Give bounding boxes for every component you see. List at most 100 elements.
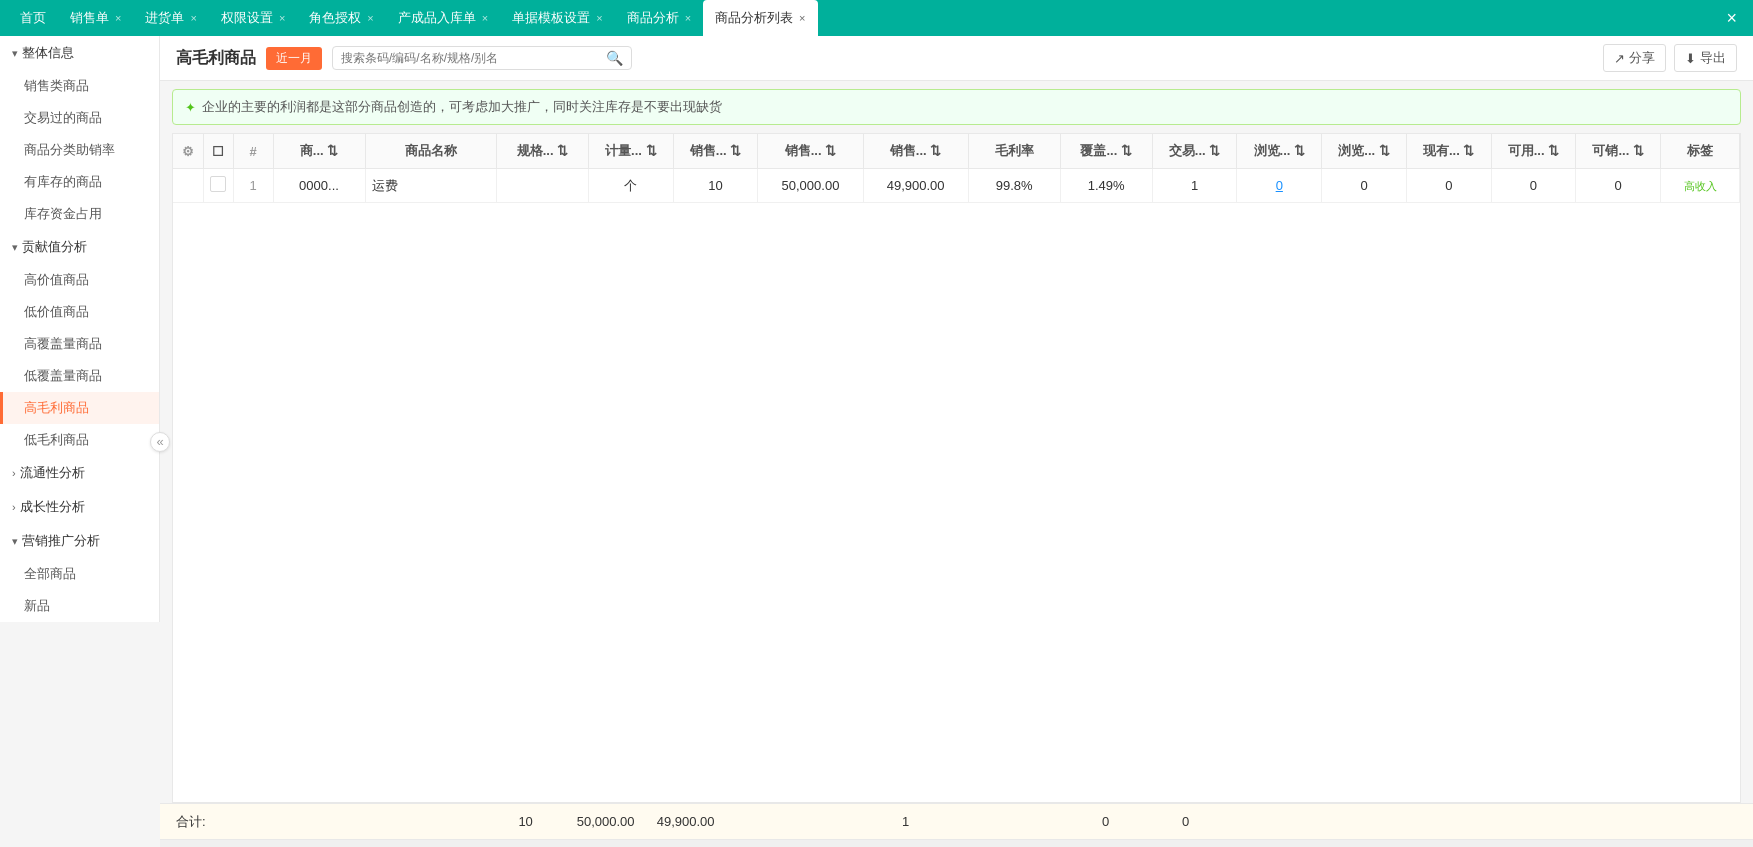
global-close-button[interactable]: × — [1718, 8, 1745, 29]
cell-tag: 高收入 — [1661, 169, 1740, 203]
nav-permissions-close[interactable]: × — [279, 12, 285, 24]
nav-permissions[interactable]: 权限设置 × — [209, 0, 297, 36]
col-header-current-stock[interactable]: 现有... ⇅ — [1406, 134, 1491, 169]
sidebar-item-high-margin[interactable]: 高毛利商品 — [0, 392, 159, 424]
nav-sales-close[interactable]: × — [115, 12, 121, 24]
nav-product-analysis[interactable]: 商品分析 × — [615, 0, 703, 36]
nav-home[interactable]: 首页 — [8, 0, 58, 36]
sidebar: ▾ 整体信息 销售类商品 交易过的商品 商品分类助销率 有库存的商品 库存资金占… — [0, 36, 160, 622]
cell-current-stock: 0 — [1406, 169, 1491, 203]
cell-sales-qty: 10 — [673, 169, 758, 203]
footer-transaction: 1 — [866, 814, 946, 829]
sidebar-item-all-goods[interactable]: 全部商品 — [0, 558, 159, 590]
col-header-name[interactable]: 商品名称 — [365, 134, 496, 169]
sidebar-group-contribution[interactable]: ▾ 贡献值分析 — [0, 230, 159, 264]
cell-browse2: 0 — [1322, 169, 1407, 203]
nav-purchase[interactable]: 进货单 × — [133, 0, 208, 36]
col-header-settings[interactable]: ⚙ — [173, 134, 203, 169]
sidebar-item-low-coverage[interactable]: 低覆盖量商品 — [0, 360, 159, 392]
chevron-left-icon: « — [156, 434, 163, 449]
content-area: 高毛利商品 近一月 🔍 ↗ 分享 ⬇ 导出 ✦ 企业的主要的利润都是这部分商品创… — [160, 36, 1753, 847]
sidebar-item-traded-goods[interactable]: 交易过的商品 — [0, 102, 159, 134]
col-header-gross-margin[interactable]: 毛利率 — [968, 134, 1060, 169]
col-header-num: # — [233, 134, 273, 169]
nav-product-analysis-close[interactable]: × — [685, 12, 691, 24]
col-header-spec[interactable]: 规格... ⇅ — [496, 134, 588, 169]
share-button[interactable]: ↗ 分享 — [1603, 44, 1666, 72]
footer-total: 合计: 10 50,000.00 49,900.00 1 — [160, 803, 1753, 839]
col-header-tag[interactable]: 标签 — [1661, 134, 1740, 169]
share-icon: ↗ — [1614, 51, 1625, 66]
nav-product-inbound-close[interactable]: × — [482, 12, 488, 24]
col-header-sales-cost[interactable]: 销售... ⇅ — [863, 134, 968, 169]
sidebar-item-low-margin[interactable]: 低毛利商品 — [0, 424, 159, 456]
row-checkbox[interactable] — [210, 176, 226, 192]
sidebar-item-sales-goods[interactable]: 销售类商品 — [0, 70, 159, 102]
cell-coverage: 1.49% — [1060, 169, 1152, 203]
arrow-icon-collapsed: › — [12, 467, 16, 479]
col-header-sellable[interactable]: 可销... ⇅ — [1576, 134, 1661, 169]
search-input[interactable] — [341, 51, 606, 65]
col-header-available[interactable]: 可用... ⇅ — [1491, 134, 1576, 169]
footer-cell-empty1 — [226, 814, 426, 829]
horizontal-scrollbar[interactable] — [160, 839, 1753, 847]
col-header-code[interactable]: 商... ⇅ — [273, 134, 365, 169]
col-header-transaction[interactable]: 交易... ⇅ — [1152, 134, 1237, 169]
data-table-wrapper: ⚙ ☐ # 商... ⇅ 商品名称 规格... ⇅ 计量... ⇅ 销售... … — [172, 133, 1741, 803]
footer-sales-qty: 10 — [486, 814, 566, 829]
sidebar-item-high-coverage[interactable]: 高覆盖量商品 — [0, 328, 159, 360]
sidebar-group-marketing[interactable]: ▾ 营销推广分析 — [0, 524, 159, 558]
sidebar-group-overall-items: 销售类商品 交易过的商品 商品分类助销率 有库存的商品 库存资金占用 — [0, 70, 159, 230]
cell-gross-margin: 99.8% — [968, 169, 1060, 203]
footer-sales-amount: 50,000.00 — [566, 814, 646, 829]
col-header-check[interactable]: ☐ — [203, 134, 233, 169]
nav-template-settings[interactable]: 单据模板设置 × — [500, 0, 614, 36]
col-header-unit[interactable]: 计量... ⇅ — [588, 134, 673, 169]
sidebar-group-contribution-items: 高价值商品 低价值商品 高覆盖量商品 低覆盖量商品 高毛利商品 低毛利商品 — [0, 264, 159, 456]
arrow-icon4: ▾ — [12, 535, 18, 548]
arrow-icon: ▾ — [12, 241, 18, 254]
search-box: 🔍 — [332, 46, 632, 70]
nav-product-analysis-list-close[interactable]: × — [799, 12, 805, 24]
cell-num: 1 — [233, 169, 273, 203]
cell-transaction: 1 — [1152, 169, 1237, 203]
cell-code: 0000... — [273, 169, 365, 203]
arrow-icon: ▾ — [12, 47, 18, 60]
nav-roles[interactable]: 角色授权 × — [297, 0, 385, 36]
col-header-coverage[interactable]: 覆盖... ⇅ — [1060, 134, 1152, 169]
data-table: ⚙ ☐ # 商... ⇅ 商品名称 规格... ⇅ 计量... ⇅ 销售... … — [173, 134, 1740, 203]
nav-product-inbound[interactable]: 产成品入库单 × — [386, 0, 500, 36]
sidebar-item-category-rate[interactable]: 商品分类助销率 — [0, 134, 159, 166]
footer-empty4 — [946, 814, 1066, 829]
sidebar-group-marketing-items: 全部商品 新品 — [0, 558, 159, 622]
period-button[interactable]: 近一月 — [266, 47, 322, 70]
nav-purchase-close[interactable]: × — [190, 12, 196, 24]
sidebar-item-high-value[interactable]: 高价值商品 — [0, 264, 159, 296]
table-row: 1 0000... 运费 个 — [173, 169, 1740, 203]
nav-product-analysis-list[interactable]: 商品分析列表 × — [703, 0, 817, 36]
sidebar-item-new-goods[interactable]: 新品 — [0, 590, 159, 622]
cell-check[interactable] — [203, 169, 233, 203]
sidebar-item-in-stock[interactable]: 有库存的商品 — [0, 166, 159, 198]
page-title: 高毛利商品 — [176, 48, 256, 69]
cell-browse1[interactable]: 0 — [1237, 169, 1322, 203]
nav-roles-close[interactable]: × — [367, 12, 373, 24]
col-header-sales-qty[interactable]: 销售... ⇅ — [673, 134, 758, 169]
sidebar-group-overall[interactable]: ▾ 整体信息 — [0, 36, 159, 70]
col-header-sales-amount[interactable]: 销售... ⇅ — [758, 134, 863, 169]
header-actions: ↗ 分享 ⬇ 导出 — [1603, 44, 1737, 72]
cell-sellable: 0 — [1576, 169, 1661, 203]
footer-cell-empty2 — [426, 814, 486, 829]
sidebar-group-growth[interactable]: › 成长性分析 — [0, 490, 159, 524]
nav-template-close[interactable]: × — [596, 12, 602, 24]
col-header-browse1[interactable]: 浏览... ⇅ — [1237, 134, 1322, 169]
nav-sales[interactable]: 销售单 × — [58, 0, 133, 36]
sidebar-collapse-button[interactable]: « — [150, 432, 170, 452]
export-button[interactable]: ⬇ 导出 — [1674, 44, 1737, 72]
sidebar-item-low-value[interactable]: 低价值商品 — [0, 296, 159, 328]
footer-values: 10 50,000.00 49,900.00 1 0 0 — [226, 814, 1226, 829]
col-header-browse2[interactable]: 浏览... ⇅ — [1322, 134, 1407, 169]
sidebar-item-stock-capital[interactable]: 库存资金占用 — [0, 198, 159, 230]
search-icon[interactable]: 🔍 — [606, 50, 623, 66]
sidebar-group-circulation[interactable]: › 流通性分析 — [0, 456, 159, 490]
